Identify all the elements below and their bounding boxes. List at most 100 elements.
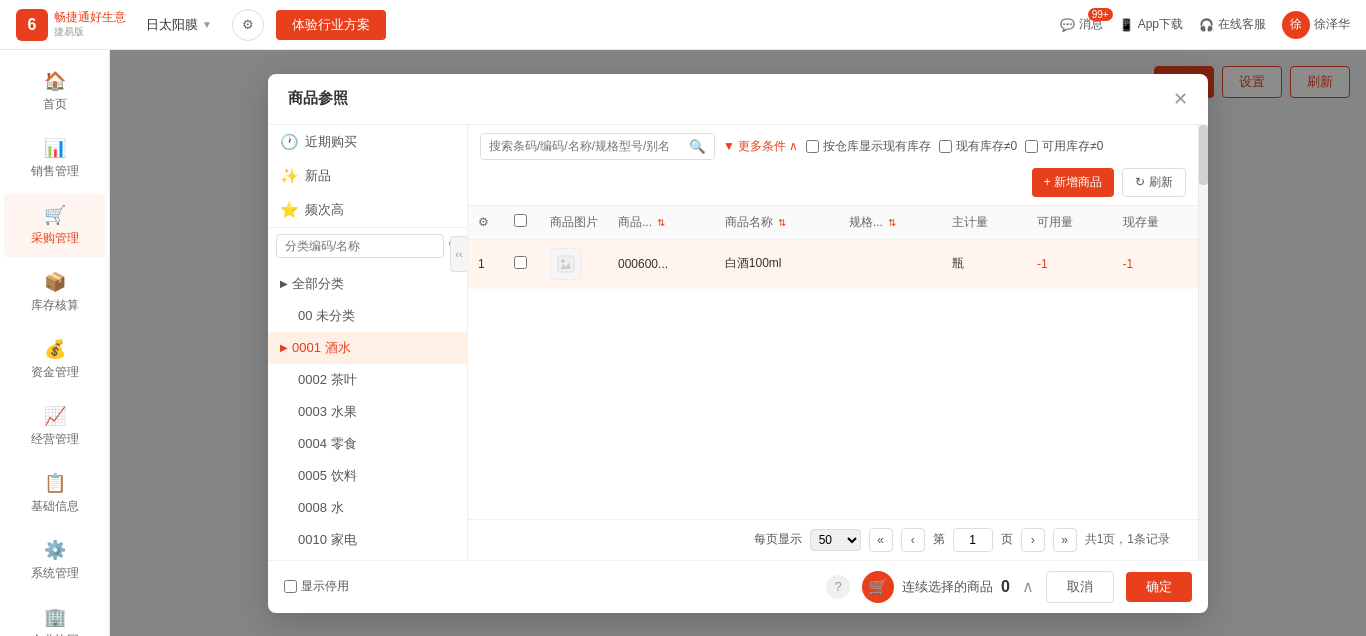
sidebar-item-7[interactable]: ⚙️系统管理 — [4, 529, 105, 592]
sidebar-item-6[interactable]: 📋基础信息 — [4, 462, 105, 525]
col-spec-header[interactable]: 规格... ⇅ — [839, 206, 942, 240]
category-item-liquor[interactable]: ▶ 0001 酒水 — [268, 332, 467, 364]
help-icon[interactable]: ? — [826, 575, 850, 599]
category-item-appliance[interactable]: 0010 家电 — [268, 524, 467, 556]
logo-sub: 捷易版 — [54, 25, 126, 39]
logo-area: 6 畅捷通好生意 捷易版 — [16, 9, 126, 41]
prev-page-button[interactable]: ‹ — [901, 528, 925, 552]
category-item-all[interactable]: ▶ 全部分类 — [268, 268, 467, 300]
product-search-button[interactable]: 🔍 — [681, 134, 714, 159]
online-service-item[interactable]: 🎧 在线客服 — [1199, 16, 1266, 33]
nav-right: 💬 消息 99+ 📱 App下载 🎧 在线客服 徐 徐泽华 — [1060, 11, 1350, 39]
col-code-header[interactable]: 商品... ⇅ — [608, 206, 715, 240]
collapse-icon[interactable]: ∧ — [1022, 577, 1034, 596]
trial-button[interactable]: 体验行业方案 — [276, 10, 386, 40]
modal: 商品参照 ✕ 🕐 近期购买 ✨ — [268, 74, 1208, 613]
sidebar-label-1: 销售管理 — [31, 163, 79, 180]
cart-area: 🛒 连续选择的商品 0 — [862, 571, 1010, 603]
available-stock-checkbox[interactable]: 可用库存≠0 — [1025, 138, 1103, 155]
table-header-row: ⚙ 商品图片 商品... ⇅ 商品名称 — [468, 206, 1198, 240]
sidebar-icon-4: 💰 — [44, 338, 66, 360]
row-unit: 瓶 — [942, 239, 1027, 288]
sidebar-item-2[interactable]: 🛒采购管理 — [4, 194, 105, 257]
warehouse-stock-checkbox[interactable]: 按仓库显示现有库存 — [806, 138, 931, 155]
add-product-button[interactable]: + 新增商品 — [1032, 168, 1114, 197]
pagination: 每页显示 50 10 20 100 « ‹ 第 页 — [468, 519, 1198, 560]
filter-button[interactable]: ▼ 更多条件 ∧ — [723, 138, 798, 155]
quick-item-recent-label: 近期购买 — [305, 133, 357, 151]
table-row[interactable]: 1 — [468, 239, 1198, 288]
cancel-button[interactable]: 取消 — [1046, 571, 1114, 603]
scrollbar[interactable] — [1198, 125, 1208, 560]
toolbar: 🔍 ▼ 更多条件 ∧ 按仓库显示现有库存 — [468, 125, 1198, 206]
sidebar-icon-2: 🛒 — [44, 204, 66, 226]
footer-right: ? 🛒 连续选择的商品 0 ∧ 取消 确定 — [826, 571, 1192, 603]
dropdown-label: 日太阳膜 — [146, 16, 198, 34]
category-item-fruit[interactable]: 0003 水果 — [268, 396, 467, 428]
category-item-tea[interactable]: 0002 茶叶 — [268, 364, 467, 396]
cart-count: 0 — [1001, 578, 1010, 596]
collapse-panel-button[interactable]: ‹‹ — [450, 236, 468, 272]
refresh-icon: ↻ — [1135, 175, 1145, 189]
messages-item[interactable]: 💬 消息 99+ — [1060, 16, 1103, 33]
sidebar-label-0: 首页 — [43, 96, 67, 113]
current-stock-checkbox[interactable]: 现有库存≠0 — [939, 138, 1017, 155]
sidebar: 🏠 首页 📊 销售管理 🛒采购管理📦库存核算💰资金管理 📈 经营管理 📋基础信息⚙️系统管理🏢… — [0, 50, 110, 636]
row-code: 000600... — [608, 239, 715, 288]
page-word-label: 第 — [933, 531, 945, 548]
next-page-button[interactable]: › — [1021, 528, 1045, 552]
sidebar-label-5: 经营管理 — [31, 431, 79, 448]
logo-text: 畅捷通好生意 — [54, 10, 126, 24]
sidebar-icon-0: 🏠 — [44, 70, 66, 92]
quick-item-frequent[interactable]: ⭐ 频次高 — [268, 193, 467, 227]
user-avatar-item[interactable]: 徐 徐泽华 — [1282, 11, 1350, 39]
online-service-label: 在线客服 — [1218, 16, 1266, 33]
category-item-water[interactable]: 0008 水 — [268, 492, 467, 524]
quick-item-new-label: 新品 — [305, 167, 331, 185]
cart-icon[interactable]: 🛒 — [862, 571, 894, 603]
quick-item-new[interactable]: ✨ 新品 — [268, 159, 467, 193]
sidebar-item-4[interactable]: 💰资金管理 — [4, 328, 105, 391]
row-seq: 1 — [468, 239, 504, 288]
quick-item-recent[interactable]: 🕐 近期购买 — [268, 125, 467, 159]
col-name-header[interactable]: 商品名称 ⇅ — [715, 206, 839, 240]
sidebar-item-5[interactable]: 📈 经营管理 — [4, 395, 105, 458]
category-list: ▶ 全部分类 00 未分类 ▶ 0001 酒水 — [268, 264, 467, 560]
page-size-select[interactable]: 50 10 20 100 — [810, 529, 861, 551]
sidebar-item-0[interactable]: 🏠 首页 — [4, 60, 105, 123]
category-item-drink[interactable]: 0005 饮料 — [268, 460, 467, 492]
confirm-button[interactable]: 确定 — [1126, 572, 1192, 602]
col-settings[interactable]: ⚙ — [468, 206, 504, 240]
sidebar-item-8[interactable]: 🏢企业协同 — [4, 596, 105, 636]
nav-dropdown[interactable]: 日太阳膜 ▼ — [138, 12, 220, 38]
settings-icon[interactable]: ⚙ — [232, 9, 264, 41]
refresh-button[interactable]: ↻ 刷新 — [1122, 168, 1186, 197]
sidebar-icon-1: 📊 — [44, 137, 66, 159]
category-item-uncategorized[interactable]: 00 未分类 — [268, 300, 467, 332]
logo-text-area: 畅捷通好生意 捷易版 — [54, 10, 126, 38]
star-icon: ⭐ — [280, 201, 299, 219]
show-disabled-checkbox[interactable]: 显示停用 — [284, 578, 349, 595]
page-suffix-label: 页 — [1001, 531, 1013, 548]
modal-close-button[interactable]: ✕ — [1173, 88, 1188, 110]
last-page-button[interactable]: » — [1053, 528, 1077, 552]
row-available: -1 — [1027, 239, 1112, 288]
sidebar-item-1[interactable]: 📊 销售管理 — [4, 127, 105, 190]
product-search-input[interactable] — [481, 134, 681, 158]
scrollbar-thumb[interactable] — [1199, 125, 1208, 185]
first-page-button[interactable]: « — [869, 528, 893, 552]
filter-icon: ▼ — [723, 139, 735, 153]
row-checkbox[interactable] — [504, 239, 540, 288]
col-checkbox[interactable] — [504, 206, 540, 240]
category-search-input[interactable] — [276, 234, 444, 258]
current-page-input[interactable] — [953, 528, 993, 552]
sidebar-icon-7: ⚙️ — [44, 539, 66, 561]
category-item-snack[interactable]: 0004 零食 — [268, 428, 467, 460]
app-download-item[interactable]: 📱 App下载 — [1119, 16, 1183, 33]
row-image — [540, 239, 608, 288]
sidebar-label-3: 库存核算 — [31, 297, 79, 314]
page-size-label: 每页显示 — [754, 531, 802, 548]
message-badge: 99+ — [1088, 8, 1113, 21]
sidebar-icon-5: 📈 — [44, 405, 66, 427]
sidebar-item-3[interactable]: 📦库存核算 — [4, 261, 105, 324]
